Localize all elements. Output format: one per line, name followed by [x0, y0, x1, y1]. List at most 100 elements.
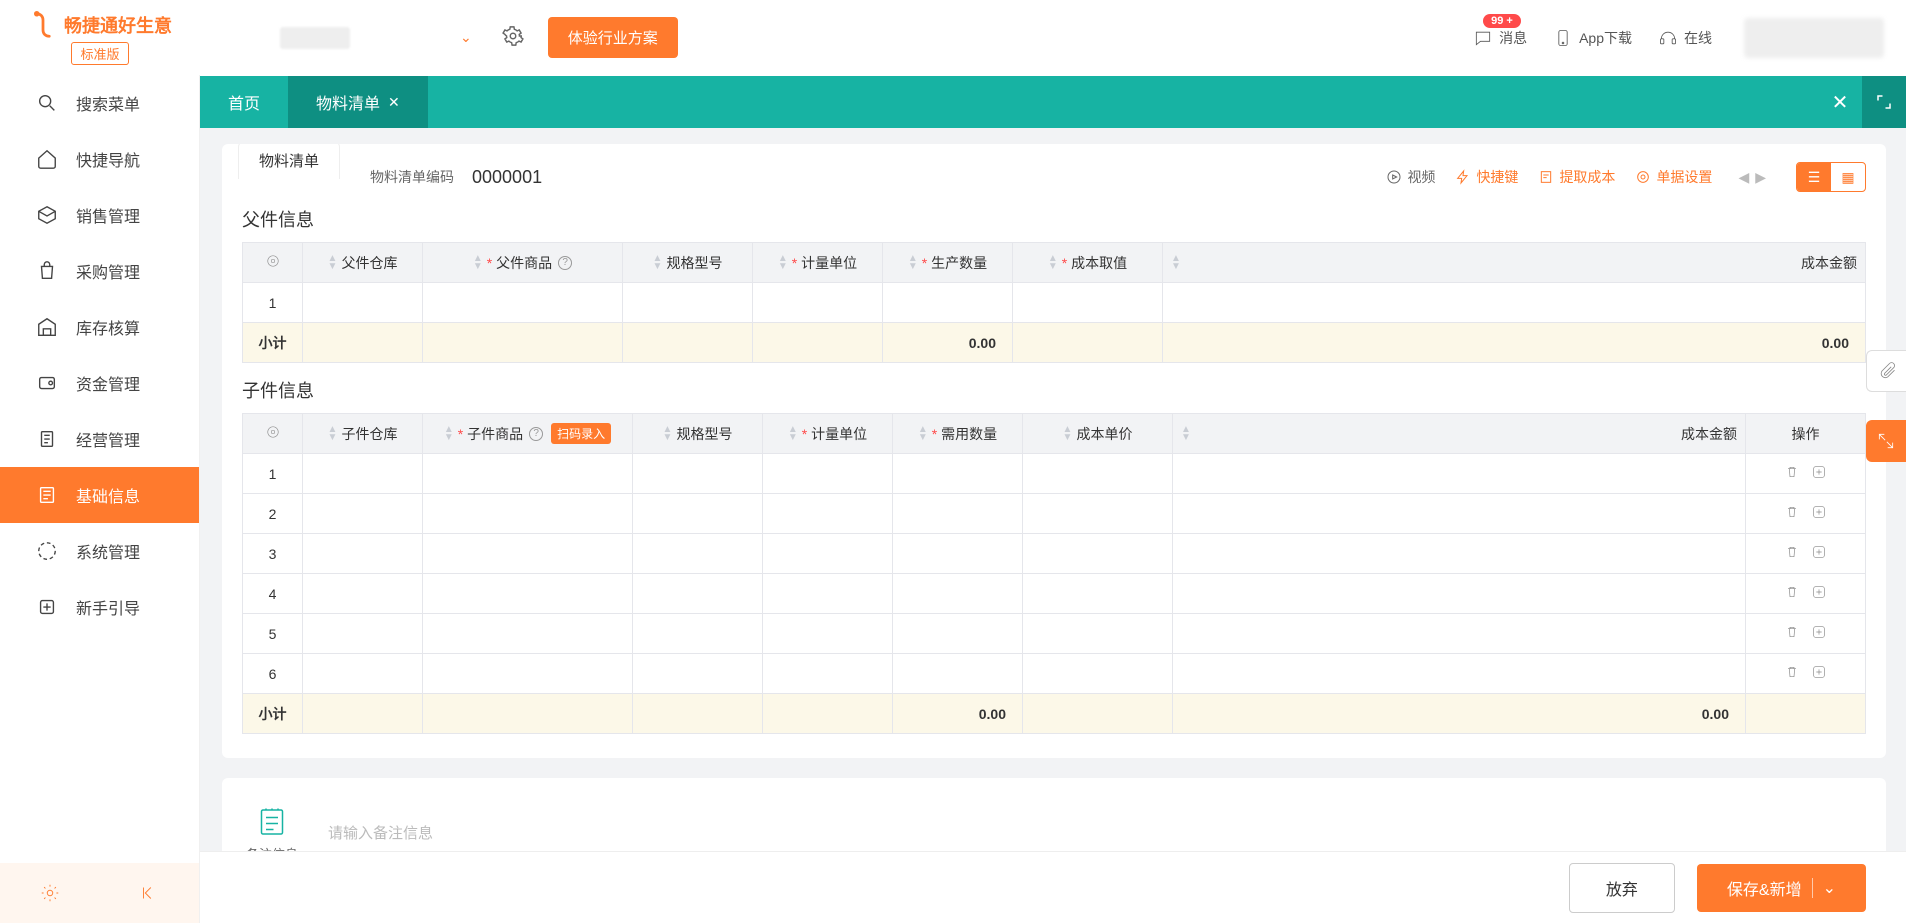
parent-th-gear[interactable]: [243, 243, 303, 283]
sidebar-item-basicinfo[interactable]: 基础信息: [0, 467, 199, 523]
brand-edition: 标准版: [71, 42, 128, 65]
add-row-icon[interactable]: [1811, 464, 1827, 480]
message-badge: 99 +: [1483, 14, 1521, 28]
child-th-price[interactable]: ▲▼成本单价: [1023, 414, 1173, 454]
child-th-gear[interactable]: [243, 414, 303, 454]
sidebar-bottom: [0, 863, 199, 923]
help-icon: ?: [558, 256, 572, 270]
try-industry-button[interactable]: 体验行业方案: [548, 17, 678, 58]
expand-tabs-icon[interactable]: [1862, 76, 1906, 128]
view-toggle: ☰ ▦: [1796, 162, 1866, 192]
sidebar-item-finance[interactable]: 资金管理: [0, 355, 199, 411]
child-th-product[interactable]: ▲▼*子件商品?扫码录入: [423, 414, 633, 454]
chevron-down-icon[interactable]: ⌄: [1812, 878, 1836, 898]
view-card-icon[interactable]: ▦: [1831, 163, 1865, 191]
doc-pager: ◀ ▶: [1738, 169, 1766, 186]
doc-settings-link[interactable]: 单据设置: [1635, 167, 1712, 187]
video-link[interactable]: 视频: [1386, 167, 1435, 187]
sidebar-item-operation[interactable]: 经营管理: [0, 411, 199, 467]
child-th-op: 操作: [1746, 414, 1866, 454]
messages-button[interactable]: 99 + 消息: [1473, 28, 1527, 48]
brand-logo: 畅捷通好生意 标准版: [0, 0, 200, 75]
fullscreen-float-button[interactable]: [1866, 420, 1906, 462]
main-card: 物料清单 物料清单编码 0000001 视频 快捷键 提取成本 单据设置 ◀ ▶…: [222, 144, 1886, 758]
doc-tab[interactable]: 物料清单: [238, 144, 340, 179]
delete-row-icon[interactable]: [1784, 624, 1800, 640]
app-download-button[interactable]: App下载: [1553, 28, 1632, 48]
shortcut-link[interactable]: 快捷键: [1455, 167, 1518, 187]
user-avatar[interactable]: [1744, 18, 1884, 58]
settings-icon[interactable]: [39, 882, 61, 904]
doc-code-label: 物料清单编码: [370, 167, 454, 187]
child-row[interactable]: 1: [243, 454, 1866, 494]
tab-home[interactable]: 首页: [200, 76, 288, 128]
child-th-amount[interactable]: ▲▼成本金额: [1173, 414, 1746, 454]
scan-input-badge[interactable]: 扫码录入: [551, 423, 611, 444]
parent-table: ▲▼父件仓库 ▲▼*父件商品? ▲▼规格型号 ▲▼*计量单位 ▲▼*生产数量 ▲…: [242, 242, 1866, 363]
workspace-selector[interactable]: ⌄: [280, 27, 472, 49]
child-th-spec[interactable]: ▲▼规格型号: [633, 414, 763, 454]
delete-row-icon[interactable]: [1784, 464, 1800, 480]
child-row[interactable]: 4: [243, 574, 1866, 614]
child-subtotal-row: 小计 0.00 0.00: [243, 694, 1866, 734]
header-actions: 99 + 消息 App下载 在线: [1473, 18, 1884, 58]
attachment-float-button[interactable]: [1866, 350, 1906, 392]
tab-bom[interactable]: 物料清单✕: [288, 76, 428, 128]
brand-name: 畅捷通好生意: [64, 12, 172, 38]
parent-th-unit[interactable]: ▲▼*计量单位: [753, 243, 883, 283]
add-row-icon[interactable]: [1811, 664, 1827, 680]
child-section-title: 子件信息: [242, 377, 1866, 403]
child-row[interactable]: 3: [243, 534, 1866, 574]
remark-icon: [254, 804, 290, 840]
sidebar-item-quicknav[interactable]: 快捷导航: [0, 131, 199, 187]
save-new-button[interactable]: 保存&新增⌄: [1697, 864, 1866, 912]
discard-button[interactable]: 放弃: [1569, 863, 1675, 913]
parent-subtotal-row: 小计 0.00 0.00: [243, 323, 1866, 363]
parent-th-warehouse[interactable]: ▲▼父件仓库: [303, 243, 423, 283]
child-row[interactable]: 5: [243, 614, 1866, 654]
sidebar-item-purchase[interactable]: 采购管理: [0, 243, 199, 299]
chevron-down-icon: ⌄: [460, 29, 472, 46]
child-row[interactable]: 6: [243, 654, 1866, 694]
parent-section-title: 父件信息: [242, 206, 1866, 232]
tabs-bar: 首页 物料清单✕ ✕: [200, 76, 1906, 128]
child-th-qty[interactable]: ▲▼*需用数量: [893, 414, 1023, 454]
action-bar: 放弃 保存&新增⌄: [200, 851, 1906, 923]
close-tab-icon[interactable]: ✕: [388, 94, 400, 111]
sidebar-item-inventory[interactable]: 库存核算: [0, 299, 199, 355]
add-row-icon[interactable]: [1811, 584, 1827, 600]
close-all-tabs-icon[interactable]: ✕: [1818, 90, 1862, 115]
next-doc-icon[interactable]: ▶: [1755, 169, 1766, 186]
delete-row-icon[interactable]: [1784, 504, 1800, 520]
child-th-unit[interactable]: ▲▼*计量单位: [763, 414, 893, 454]
card-header: 物料清单 物料清单编码 0000001 视频 快捷键 提取成本 单据设置 ◀ ▶…: [242, 162, 1866, 192]
view-list-icon[interactable]: ☰: [1797, 163, 1831, 191]
help-icon: ?: [529, 427, 543, 441]
gear-icon[interactable]: [502, 25, 524, 50]
sidebar-item-search[interactable]: 搜索菜单: [0, 75, 199, 131]
prev-doc-icon[interactable]: ◀: [1738, 169, 1749, 186]
parent-row[interactable]: 1: [243, 283, 1866, 323]
collapse-sidebar-icon[interactable]: [138, 882, 160, 904]
extract-cost-link[interactable]: 提取成本: [1538, 167, 1615, 187]
add-row-icon[interactable]: [1811, 504, 1827, 520]
child-row[interactable]: 2: [243, 494, 1866, 534]
remark-input[interactable]: [328, 825, 1862, 842]
child-table: ▲▼子件仓库 ▲▼*子件商品?扫码录入 ▲▼规格型号 ▲▼*计量单位 ▲▼*需用…: [242, 413, 1866, 734]
child-th-warehouse[interactable]: ▲▼子件仓库: [303, 414, 423, 454]
parent-th-costmode[interactable]: ▲▼*成本取值: [1013, 243, 1163, 283]
add-row-icon[interactable]: [1811, 624, 1827, 640]
sidebar-item-sales[interactable]: 销售管理: [0, 187, 199, 243]
parent-th-spec[interactable]: ▲▼规格型号: [623, 243, 753, 283]
sidebar-item-guide[interactable]: 新手引导: [0, 579, 199, 635]
sidebar-item-system[interactable]: 系统管理: [0, 523, 199, 579]
delete-row-icon[interactable]: [1784, 584, 1800, 600]
add-row-icon[interactable]: [1811, 544, 1827, 560]
parent-th-product[interactable]: ▲▼*父件商品?: [423, 243, 623, 283]
online-support-button[interactable]: 在线: [1658, 28, 1712, 48]
delete-row-icon[interactable]: [1784, 664, 1800, 680]
parent-th-qty[interactable]: ▲▼*生产数量: [883, 243, 1013, 283]
sidebar: 搜索菜单 快捷导航 销售管理 采购管理 库存核算 资金管理 经营管理 基础信息 …: [0, 75, 200, 923]
parent-th-amount[interactable]: ▲▼成本金额: [1163, 243, 1866, 283]
delete-row-icon[interactable]: [1784, 544, 1800, 560]
